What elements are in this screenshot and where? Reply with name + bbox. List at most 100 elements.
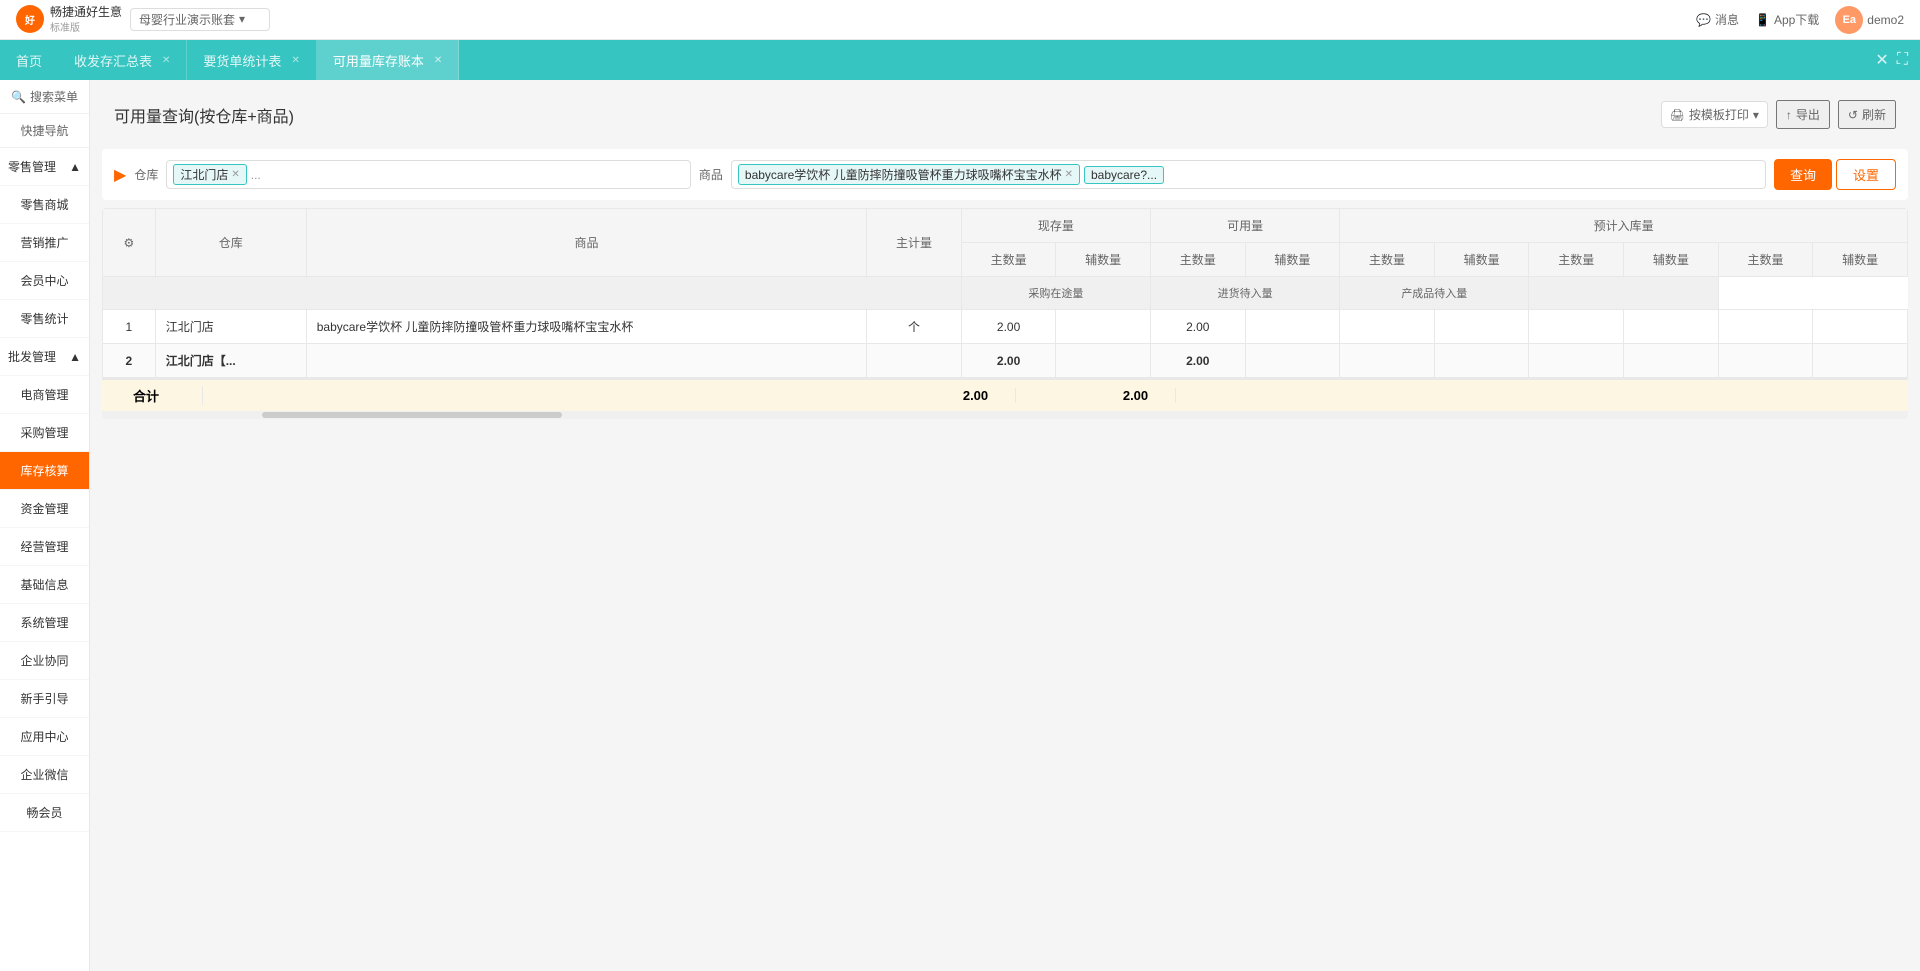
sidebar-item-vip[interactable]: 畅会员: [0, 794, 89, 832]
warehouse-filter-area[interactable]: 江北门店 ✕ ...: [166, 160, 691, 189]
nav-tab-end: ✕ ⛶: [1863, 40, 1920, 80]
row-avail-main: 2.00: [1150, 310, 1245, 344]
row-index: 2: [103, 344, 156, 378]
th-subgroup-labels: [103, 277, 962, 310]
logo-sub: 标准版: [50, 19, 122, 34]
sidebar-item-basic-info[interactable]: 基础信息: [0, 566, 89, 604]
footer-avail-main: 2.00: [1096, 388, 1176, 403]
logo-text-block: 畅捷通好生意 标准版: [50, 5, 122, 34]
tab-shoufacun[interactable]: 收发存汇总表 ✕: [58, 40, 187, 80]
th-incoming-main: 主数量: [1529, 243, 1624, 277]
th-production-aux: 辅数量: [1813, 243, 1908, 277]
sidebar-item-appstore[interactable]: 应用中心: [0, 718, 89, 756]
product-filter-area[interactable]: babycare学饮杯 儿童防摔防撞吸管杯重力球吸嘴杯宝宝水杯 ✕ babyca…: [731, 160, 1766, 189]
th-production-label: 产成品待入量: [1340, 277, 1529, 310]
warehouse-tag-close[interactable]: ✕: [231, 169, 239, 180]
search-label: 搜索菜单: [30, 88, 78, 105]
row-purchase-aux-sub: [1434, 344, 1529, 378]
refresh-button[interactable]: ↺ 刷新: [1838, 100, 1896, 129]
row-production-aux: [1813, 310, 1908, 344]
row-product-empty: [306, 344, 866, 378]
sidebar-item-member[interactable]: 会员中心: [0, 262, 89, 300]
tab-home[interactable]: 首页: [0, 40, 58, 80]
th-purchase-transit-label: 采购在途量: [961, 277, 1150, 310]
app-download-label: App下载: [1774, 11, 1819, 28]
print-icon: 🖨: [1670, 108, 1685, 122]
filter-bar: ▶ 仓库 江北门店 ✕ ... 商品 babycare学饮杯 儿童防摔防撞吸管杯…: [102, 149, 1908, 200]
tab-keyongliang[interactable]: 可用量库存账本 ✕: [317, 40, 459, 80]
sidebar-item-operations[interactable]: 经营管理: [0, 528, 89, 566]
top-bar: 好 畅捷通好生意 标准版 母婴行业演示账套 ▾ 💬 消息 📱 App下载 Ea …: [0, 0, 1920, 40]
sidebar-search[interactable]: 🔍 搜索菜单: [0, 80, 89, 114]
row-incoming-main-sub: [1529, 344, 1624, 378]
tab-label: 收发存汇总表: [74, 51, 152, 70]
sidebar-item-retail-mgmt[interactable]: 零售管理 ▲: [0, 148, 89, 186]
industry-selector[interactable]: 母婴行业演示账套 ▾: [130, 8, 270, 31]
filter-actions: 查询 设置: [1774, 159, 1896, 190]
logo-area: 好 畅捷通好生意 标准版: [16, 5, 122, 34]
query-button[interactable]: 查询: [1774, 159, 1832, 190]
tab-close-keyongliang[interactable]: ✕: [434, 55, 442, 66]
fullscreen-icon[interactable]: ⛶: [1897, 51, 1908, 69]
th-incoming-label: 进货待入量: [1150, 277, 1339, 310]
warehouse-filter-more[interactable]: ...: [251, 168, 261, 182]
sidebar-item-retail-mall[interactable]: 零售商城: [0, 186, 89, 224]
nav-tabs: 首页 收发存汇总表 ✕ 要货单统计表 ✕ 可用量库存账本 ✕ ✕ ⛶: [0, 40, 1920, 80]
sidebar-item-enterprise[interactable]: 企业协同: [0, 642, 89, 680]
sidebar-item-retail-stats[interactable]: 零售统计: [0, 300, 89, 338]
product-tag-2: babycare?...: [1084, 166, 1164, 184]
tab-yaohuo[interactable]: 要货单统计表 ✕: [187, 40, 316, 80]
phone-icon: 📱: [1755, 13, 1770, 27]
th-warehouse: 仓库: [155, 209, 306, 277]
print-button[interactable]: 🖨 按模板打印 ▾: [1661, 101, 1768, 128]
sidebar-quick-nav[interactable]: 快捷导航: [0, 114, 89, 148]
message-action[interactable]: 💬 消息: [1696, 11, 1739, 28]
th-incoming-aux: 辅数量: [1624, 243, 1719, 277]
sidebar-item-wechat[interactable]: 企业微信: [0, 756, 89, 794]
row-warehouse: 江北门店: [155, 310, 306, 344]
sidebar-item-inventory[interactable]: 库存核算: [0, 452, 89, 490]
message-label: 消息: [1715, 11, 1739, 28]
warehouse-label: 仓库: [134, 166, 158, 183]
row-unit-empty: [867, 344, 962, 378]
tab-close-yaohuo[interactable]: ✕: [291, 55, 299, 66]
sidebar-item-wholesale[interactable]: 批发管理 ▲: [0, 338, 89, 376]
user-area[interactable]: Ea demo2: [1835, 6, 1904, 34]
page-title: 可用量查询(按仓库+商品): [114, 103, 294, 127]
horizontal-scrollbar[interactable]: [262, 412, 562, 418]
table-footer: 合计 2.00 2.00: [102, 378, 1908, 411]
row-production-main: [1718, 310, 1813, 344]
sidebar-item-ecommerce[interactable]: 电商管理: [0, 376, 89, 414]
page-content: 可用量查询(按仓库+商品) 🖨 按模板打印 ▾ ↑ 导出 ↺ 刷新: [90, 80, 1920, 431]
sidebar-item-finance[interactable]: 资金管理: [0, 490, 89, 528]
sidebar-item-newbie[interactable]: 新手引导: [0, 680, 89, 718]
top-bar-left: 好 畅捷通好生意 标准版 母婴行业演示账套 ▾: [16, 5, 270, 34]
row-purchase-main: [1340, 310, 1435, 344]
row-product: babycare学饮杯 儿童防摔防撞吸管杯重力球吸嘴杯宝宝水杯: [306, 310, 866, 344]
row-purchase-aux: [1434, 310, 1529, 344]
warehouse-tag: 江北门店 ✕: [173, 164, 246, 185]
product-tag1-close[interactable]: ✕: [1065, 169, 1073, 180]
content-area: 可用量查询(按仓库+商品) 🖨 按模板打印 ▾ ↑ 导出 ↺ 刷新: [90, 80, 1920, 971]
sidebar-item-system[interactable]: 系统管理: [0, 604, 89, 642]
user-name: demo2: [1867, 13, 1904, 27]
close-window-icon[interactable]: ✕: [1875, 50, 1888, 70]
th-purchase-main: 主数量: [1340, 243, 1435, 277]
sidebar-item-marketing[interactable]: 营销推广: [0, 224, 89, 262]
page-header: 可用量查询(按仓库+商品) 🖨 按模板打印 ▾ ↑ 导出 ↺ 刷新: [102, 92, 1908, 137]
page-actions: 🖨 按模板打印 ▾ ↑ 导出 ↺ 刷新: [1661, 100, 1896, 129]
row-production-aux-sub: [1813, 344, 1908, 378]
tab-close-shoufacun[interactable]: ✕: [162, 55, 170, 66]
sidebar-item-purchase[interactable]: 采购管理: [0, 414, 89, 452]
th-settings[interactable]: ⚙: [103, 209, 156, 277]
export-button[interactable]: ↑ 导出: [1776, 100, 1830, 129]
table-row: 1 江北门店 babycare学饮杯 儿童防摔防撞吸管杯重力球吸嘴杯宝宝水杯 个…: [103, 310, 1908, 344]
row-current-main: 2.00: [961, 310, 1056, 344]
th-avail-aux: 辅数量: [1245, 243, 1340, 277]
refresh-icon: ↺: [1848, 108, 1858, 122]
tab-label: 要货单统计表: [203, 51, 281, 70]
filter-toggle[interactable]: ▶: [114, 165, 126, 185]
row-unit: 个: [867, 310, 962, 344]
app-download-action[interactable]: 📱 App下载: [1755, 11, 1819, 28]
settings-button[interactable]: 设置: [1836, 159, 1896, 190]
